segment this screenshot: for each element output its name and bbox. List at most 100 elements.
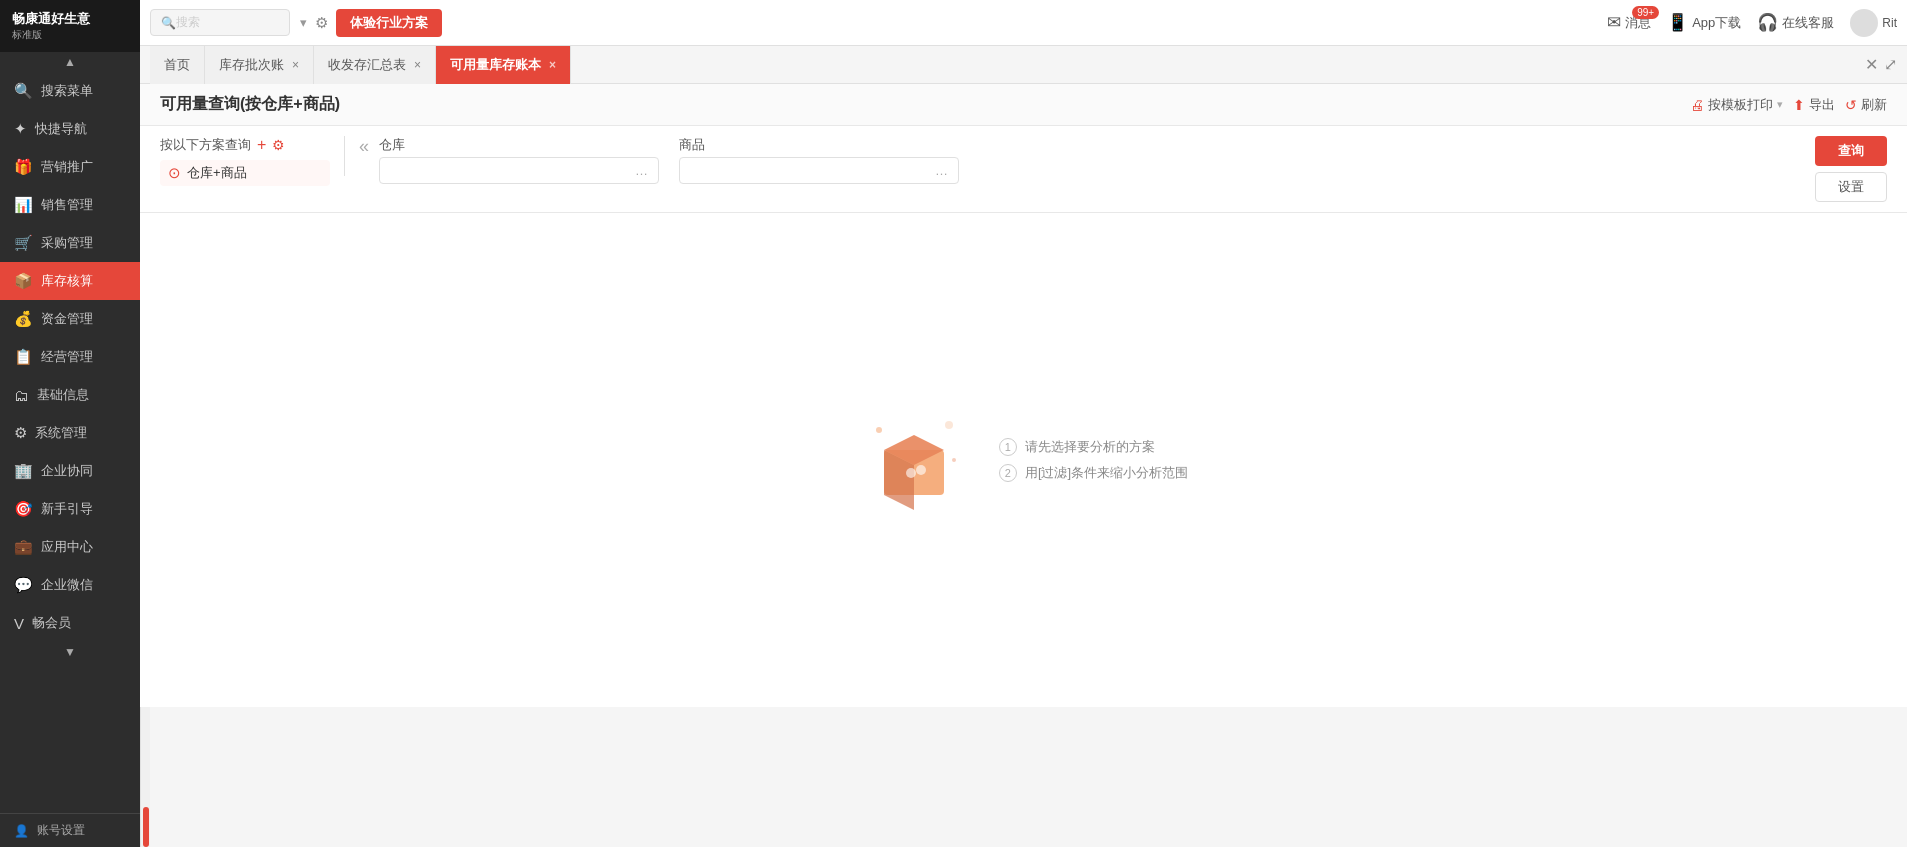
sidebar-item-label: 企业微信 [41, 576, 93, 594]
batch-account-label: 库存批次账 [219, 56, 284, 74]
scheme-item-warehouse-product[interactable]: ⊙ 仓库+商品 [160, 160, 330, 186]
export-action[interactable]: ⬆ 导出 [1793, 96, 1835, 114]
finance-icon: 💰 [14, 310, 33, 328]
sidebar-item-search[interactable]: 🔍 搜索菜单 [0, 72, 140, 110]
sidebar-bottom[interactable]: 👤 账号设置 [0, 813, 140, 847]
tab-collect-summary[interactable]: 收发存汇总表 × [314, 46, 436, 84]
tip-num-2: 2 [999, 464, 1017, 482]
purchase-icon: 🛒 [14, 234, 33, 252]
query-panel: 按以下方案查询 + ⚙ ⊙ 仓库+商品 « 仓库 … [140, 126, 1907, 213]
sidebar-item-appcenter[interactable]: 💼 应用中心 [0, 528, 140, 566]
print-label: 按模板打印 [1708, 96, 1773, 114]
marketing-icon: 🎁 [14, 158, 33, 176]
collect-summary-label: 收发存汇总表 [328, 56, 406, 74]
tip-num-1: 1 [999, 438, 1017, 456]
logo-title: 畅康通好生意 [12, 10, 90, 28]
empty-tip-1: 1 请先选择要分析的方案 [999, 438, 1188, 456]
topbar-search[interactable]: 🔍 搜索 [150, 9, 290, 36]
sidebar-item-member[interactable]: V 畅会员 [0, 604, 140, 642]
svg-point-4 [916, 465, 926, 475]
warehouse-more-icon[interactable]: … [635, 163, 648, 178]
scheme-settings-button[interactable]: ⚙ [272, 137, 285, 153]
person-icon: 👤 [14, 824, 29, 838]
sidebar-item-label: 销售管理 [41, 196, 93, 214]
tab-batch-account[interactable]: 库存批次账 × [205, 46, 314, 84]
username-label: Rit [1882, 16, 1897, 30]
sidebar-item-system[interactable]: ⚙ 系统管理 [0, 414, 140, 452]
sidebar-item-label: 采购管理 [41, 234, 93, 252]
empty-tip-2: 2 用[过滤]条件来缩小分析范围 [999, 464, 1188, 482]
sidebar-item-wechat[interactable]: 💬 企业微信 [0, 566, 140, 604]
sidebar-item-newuser[interactable]: 🎯 新手引导 [0, 490, 140, 528]
warehouse-input[interactable]: … [379, 157, 659, 184]
topbar-right: ✉ 99+ 消息 📱 App下载 🎧 在线客服 Rit [1607, 9, 1897, 37]
query-button[interactable]: 查询 [1815, 136, 1887, 166]
settings-button[interactable]: 设置 [1815, 172, 1887, 202]
tip-text-2: 用[过滤]条件来缩小分析范围 [1025, 464, 1188, 482]
print-icon: 🖨 [1690, 97, 1704, 113]
message-button[interactable]: ✉ 99+ 消息 [1607, 12, 1651, 33]
app-download-button[interactable]: 📱 App下载 [1667, 12, 1741, 33]
svg-point-7 [952, 458, 956, 462]
sidebar-item-marketing[interactable]: 🎁 营销推广 [0, 148, 140, 186]
scheme-add-button[interactable]: + [257, 136, 266, 154]
sidebar-item-purchase[interactable]: 🛒 采购管理 [0, 224, 140, 262]
sidebar-scroll-up[interactable]: ▲ [0, 52, 140, 72]
online-service-button[interactable]: 🎧 在线客服 [1757, 12, 1834, 33]
search-icon: 🔍 [161, 16, 176, 30]
avatar [1850, 9, 1878, 37]
base-icon: 🗂 [14, 387, 29, 404]
topbar-gear-icon[interactable]: ⚙ [315, 14, 328, 32]
right-scroll-track[interactable] [140, 707, 150, 847]
home-label: 首页 [164, 56, 190, 74]
export-label: 导出 [1809, 96, 1835, 114]
enterprise-icon: 🏢 [14, 462, 33, 480]
download-icon: 📱 [1667, 12, 1688, 33]
product-input[interactable]: … [679, 157, 959, 184]
collapse-button[interactable]: « [359, 136, 369, 157]
industry-solution-button[interactable]: 体验行业方案 [336, 9, 442, 37]
query-scheme-header: 按以下方案查询 + ⚙ [160, 136, 285, 154]
tabbar-expand-button[interactable]: ⤢ [1884, 55, 1897, 74]
service-icon: 🎧 [1757, 12, 1778, 33]
available-ledger-label: 可用量库存账本 [450, 56, 541, 74]
sidebar-item-label: 资金管理 [41, 310, 93, 328]
page-header: 可用量查询(按仓库+商品) 🖨 按模板打印 ▾ ⬆ 导出 ↺ 刷新 [140, 84, 1907, 126]
sidebar-item-base[interactable]: 🗂 基础信息 [0, 376, 140, 414]
tab-close-batch-account[interactable]: × [292, 58, 299, 72]
tabbar-end: ✕ ⤢ [1865, 55, 1897, 74]
query-fields: 仓库 … 商品 … [379, 136, 1795, 184]
tab-close-available-ledger[interactable]: × [549, 58, 556, 72]
sales-icon: 📊 [14, 196, 33, 214]
quicknav-icon: ✦ [14, 120, 27, 138]
refresh-action[interactable]: ↺ 刷新 [1845, 96, 1887, 114]
tab-home[interactable]: 首页 [150, 46, 205, 84]
member-icon: V [14, 615, 24, 632]
warehouse-field-label: 仓库 [379, 136, 659, 154]
search-placeholder: 搜索 [176, 14, 200, 31]
message-badge: 99+ [1632, 6, 1659, 19]
tabbar: 首页 库存批次账 × 收发存汇总表 × 可用量库存账本 × ✕ ⤢ [140, 46, 1907, 84]
sidebar-item-enterprise[interactable]: 🏢 企业协同 [0, 452, 140, 490]
tip-text-1: 请先选择要分析的方案 [1025, 438, 1155, 456]
sidebar-item-quicknav[interactable]: ✦ 快捷导航 [0, 110, 140, 148]
content-area: 可用量查询(按仓库+商品) 🖨 按模板打印 ▾ ⬆ 导出 ↺ 刷新 [140, 84, 1907, 707]
sidebar-item-sales[interactable]: 📊 销售管理 [0, 186, 140, 224]
topbar-chevron-icon[interactable]: ▾ [300, 15, 307, 30]
sidebar-scroll-down[interactable]: ▼ [0, 642, 140, 662]
system-icon: ⚙ [14, 424, 27, 442]
tab-close-collect-summary[interactable]: × [414, 58, 421, 72]
message-icon: ✉ [1607, 12, 1621, 33]
sidebar-item-label: 营销推广 [41, 158, 93, 176]
sidebar-item-operations[interactable]: 📋 经营管理 [0, 338, 140, 376]
sidebar-bottom-label: 账号设置 [37, 822, 85, 839]
user-avatar-button[interactable]: Rit [1850, 9, 1897, 37]
sidebar-item-inventory[interactable]: 📦 库存核算 [0, 262, 140, 300]
sidebar-item-finance[interactable]: 💰 资金管理 [0, 300, 140, 338]
sidebar: 畅康通好生意 标准版 ▲ 🔍 搜索菜单 ✦ 快捷导航 🎁 营销推广 📊 销售管理… [0, 0, 140, 847]
tab-available-ledger[interactable]: 可用量库存账本 × [436, 46, 571, 84]
product-more-icon[interactable]: … [935, 163, 948, 178]
tabbar-close-button[interactable]: ✕ [1865, 55, 1878, 74]
scheme-item-label: 仓库+商品 [187, 164, 247, 182]
print-action[interactable]: 🖨 按模板打印 ▾ [1690, 96, 1783, 114]
